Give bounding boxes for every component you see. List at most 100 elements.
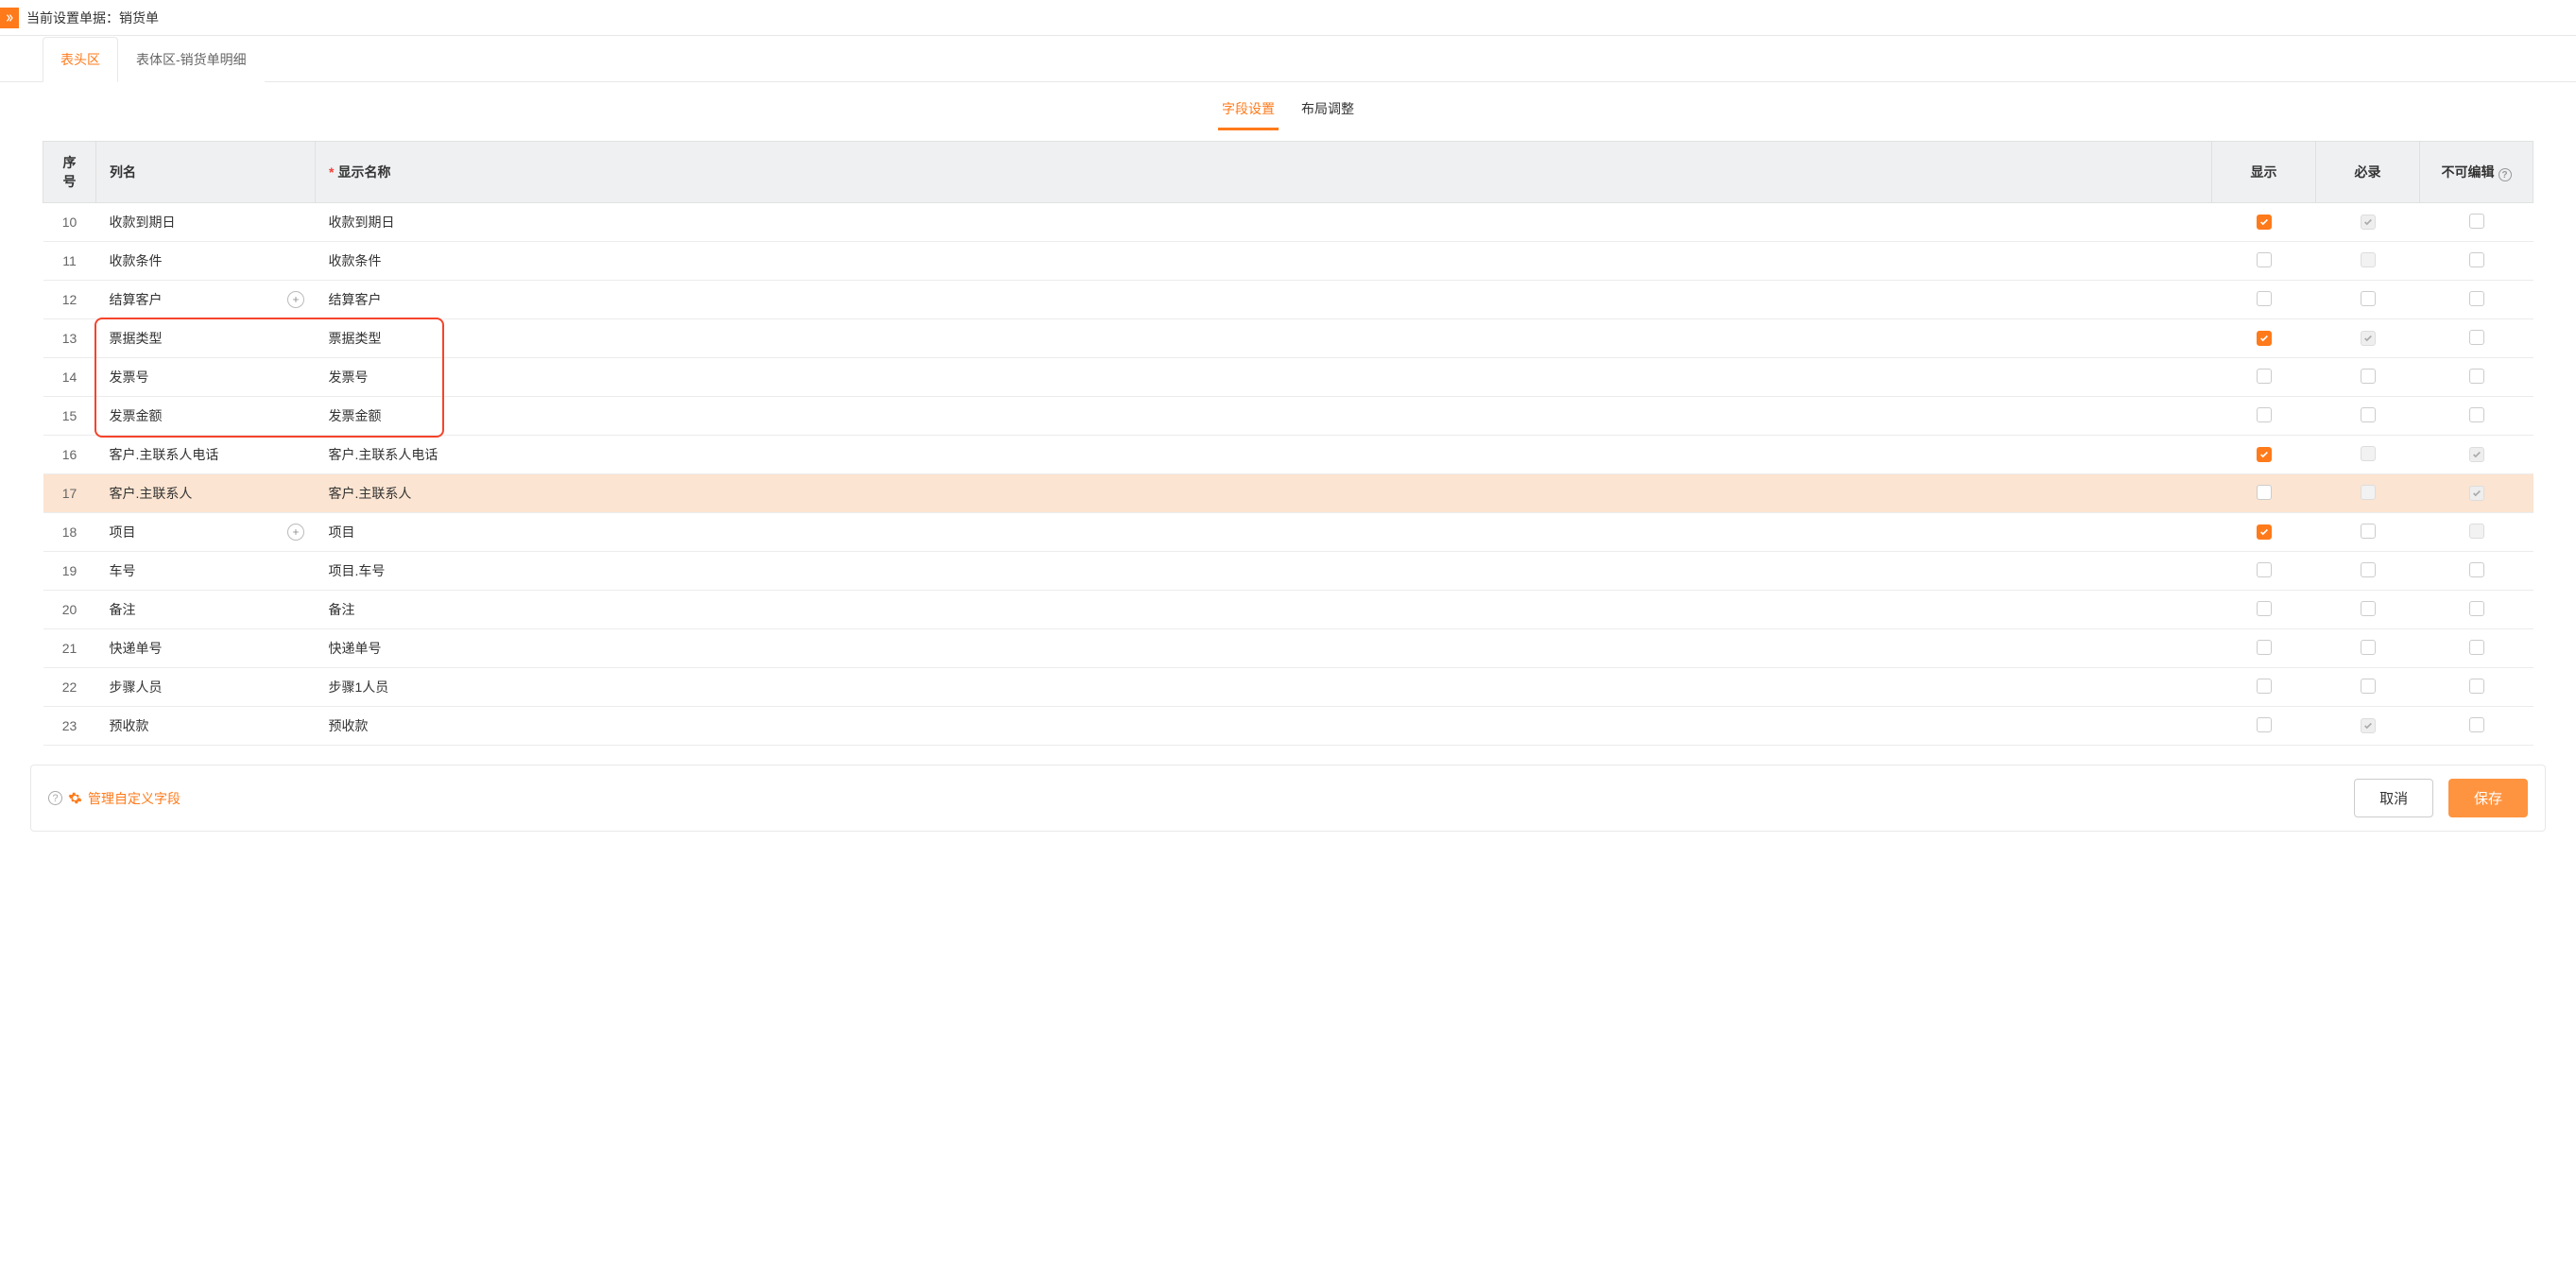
checkbox-readonly[interactable] [2469, 252, 2484, 267]
page-title: 当前设置单据：销货单 [26, 9, 159, 27]
cell-seq: 14 [43, 358, 96, 397]
checkbox-show[interactable] [2257, 252, 2272, 267]
checkbox-readonly[interactable] [2469, 601, 2484, 616]
checkbox-readonly[interactable] [2469, 214, 2484, 229]
cell-show [2212, 668, 2316, 707]
cell-required [2316, 281, 2420, 319]
table-row: 14发票号发票号 [43, 358, 2533, 397]
cell-displayname[interactable]: 发票金额 [316, 397, 2212, 436]
cell-displayname[interactable]: 客户.主联系人电话 [316, 436, 2212, 474]
checkbox-readonly[interactable] [2469, 369, 2484, 384]
sub-tab[interactable]: 字段设置 [1218, 99, 1279, 129]
checkbox-required[interactable] [2361, 640, 2376, 655]
checkbox-show[interactable] [2257, 447, 2272, 462]
cell-seq: 19 [43, 552, 96, 591]
help-icon[interactable]: ? [2499, 168, 2512, 181]
main-tab[interactable]: 表头区 [43, 37, 118, 82]
checkbox-show[interactable] [2257, 369, 2272, 384]
checkbox-show[interactable] [2257, 679, 2272, 694]
table-row: 13票据类型票据类型 [43, 319, 2533, 358]
save-button[interactable]: 保存 [2448, 779, 2528, 817]
checkbox-readonly [2469, 447, 2484, 462]
checkbox-show[interactable] [2257, 407, 2272, 422]
table-row: 23预收款预收款 [43, 707, 2533, 746]
cell-required [2316, 591, 2420, 629]
cell-required [2316, 707, 2420, 746]
cell-seq: 23 [43, 707, 96, 746]
col-displayname: *显示名称 [316, 142, 2212, 203]
checkbox-show[interactable] [2257, 640, 2272, 655]
checkbox-required[interactable] [2361, 562, 2376, 577]
checkbox-readonly[interactable] [2469, 640, 2484, 655]
checkbox-readonly[interactable] [2469, 291, 2484, 306]
cell-show [2212, 242, 2316, 281]
cell-displayname[interactable]: 客户.主联系人 [316, 474, 2212, 513]
checkbox-show[interactable] [2257, 485, 2272, 500]
cell-displayname[interactable]: 收款条件 [316, 242, 2212, 281]
cell-readonly [2420, 203, 2533, 242]
cell-displayname[interactable]: 预收款 [316, 707, 2212, 746]
main-tab[interactable]: 表体区-销货单明细 [118, 37, 265, 82]
cell-seq: 15 [43, 397, 96, 436]
checkbox-required[interactable] [2361, 601, 2376, 616]
col-show: 显示 [2212, 142, 2316, 203]
cell-displayname[interactable]: 收款到期日 [316, 203, 2212, 242]
cell-required [2316, 319, 2420, 358]
checkbox-readonly [2469, 486, 2484, 501]
checkbox-show[interactable] [2257, 562, 2272, 577]
cell-readonly [2420, 591, 2533, 629]
cell-readonly [2420, 397, 2533, 436]
checkbox-show[interactable] [2257, 291, 2272, 306]
checkbox-show[interactable] [2257, 601, 2272, 616]
cell-colname: 发票号 [96, 358, 316, 397]
cancel-button[interactable]: 取消 [2354, 779, 2433, 817]
cell-displayname[interactable]: 项目 [316, 513, 2212, 552]
required-star-icon: * [329, 164, 334, 180]
checkbox-required[interactable] [2361, 407, 2376, 422]
expand-panel-button[interactable] [0, 8, 19, 28]
cell-colname: 收款到期日 [96, 203, 316, 242]
cell-readonly [2420, 474, 2533, 513]
cell-displayname[interactable]: 票据类型 [316, 319, 2212, 358]
checkbox-show[interactable] [2257, 331, 2272, 346]
cell-colname: 备注 [96, 591, 316, 629]
add-sub-field-button[interactable] [287, 291, 304, 308]
cell-colname: 票据类型 [96, 319, 316, 358]
cell-show [2212, 358, 2316, 397]
cell-show [2212, 474, 2316, 513]
cell-readonly [2420, 707, 2533, 746]
checkbox-required[interactable] [2361, 679, 2376, 694]
cell-displayname[interactable]: 步骤1人员 [316, 668, 2212, 707]
checkbox-show[interactable] [2257, 717, 2272, 732]
add-sub-field-button[interactable] [287, 524, 304, 541]
cell-seq: 17 [43, 474, 96, 513]
cell-displayname[interactable]: 结算客户 [316, 281, 2212, 319]
cell-readonly [2420, 436, 2533, 474]
checkbox-show[interactable] [2257, 524, 2272, 540]
sub-tab[interactable]: 布局调整 [1297, 99, 1358, 129]
top-bar: 当前设置单据：销货单 [0, 0, 2576, 36]
table-row: 12结算客户结算客户 [43, 281, 2533, 319]
checkbox-required[interactable] [2361, 369, 2376, 384]
checkbox-readonly[interactable] [2469, 330, 2484, 345]
checkbox-readonly[interactable] [2469, 679, 2484, 694]
checkbox-required [2361, 485, 2376, 500]
cell-show [2212, 629, 2316, 668]
checkbox-readonly[interactable] [2469, 407, 2484, 422]
cell-readonly [2420, 513, 2533, 552]
checkbox-required[interactable] [2361, 291, 2376, 306]
checkbox-readonly[interactable] [2469, 717, 2484, 732]
cell-displayname[interactable]: 备注 [316, 591, 2212, 629]
cell-required [2316, 242, 2420, 281]
cell-displayname[interactable]: 项目.车号 [316, 552, 2212, 591]
checkbox-required [2361, 215, 2376, 230]
checkbox-readonly[interactable] [2469, 562, 2484, 577]
question-icon[interactable]: ? [48, 791, 62, 805]
cell-show [2212, 552, 2316, 591]
cell-displayname[interactable]: 快递单号 [316, 629, 2212, 668]
cell-colname: 客户.主联系人电话 [96, 436, 316, 474]
cell-displayname[interactable]: 发票号 [316, 358, 2212, 397]
checkbox-required[interactable] [2361, 524, 2376, 539]
checkbox-show[interactable] [2257, 215, 2272, 230]
manage-custom-fields-link[interactable]: 管理自定义字段 [88, 789, 180, 808]
